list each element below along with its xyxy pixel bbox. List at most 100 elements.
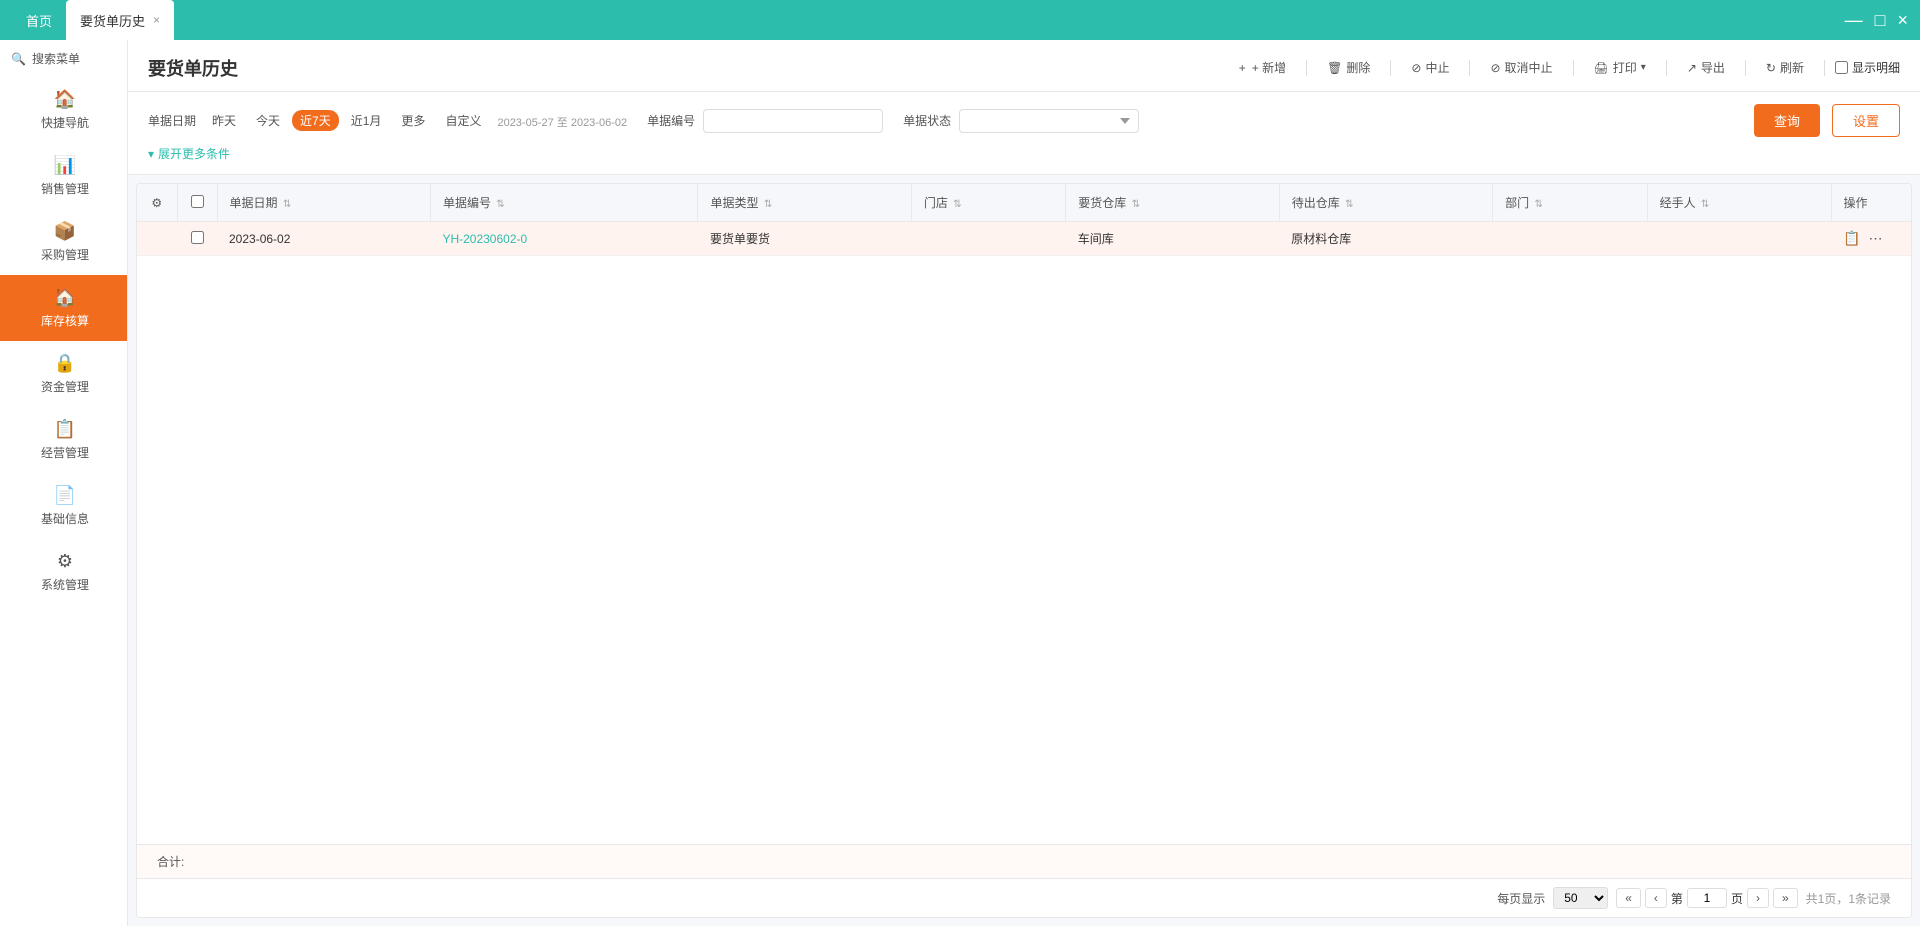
page-navigation: « ‹ 第 页 › » (1616, 888, 1797, 908)
top-bar: 首页 要货单历史 × — □ × (0, 0, 1920, 40)
header-actions: + + 新增 🗑 删除 ⊘ 中止 ⊘ 取消中止 (1229, 54, 1900, 81)
date-more[interactable]: 更多 (393, 110, 433, 131)
stop-button[interactable]: ⊘ 中止 (1401, 54, 1459, 81)
th-settings[interactable]: ⚙ (137, 184, 177, 222)
page-label-prefix: 第 (1671, 890, 1683, 907)
th-handler[interactable]: 经手人 ⇅ (1647, 184, 1831, 222)
minimize-icon[interactable]: — (1845, 10, 1863, 31)
select-all-checkbox[interactable] (191, 195, 204, 208)
tab-home[interactable]: 首页 (12, 0, 66, 40)
sort-icon-pending-warehouse: ⇅ (1345, 199, 1353, 210)
sort-icon-store: ⇅ (953, 199, 961, 210)
window-controls: — □ × (1845, 10, 1908, 31)
th-pending-warehouse[interactable]: 待出仓库 ⇅ (1279, 184, 1492, 222)
date-filter-label: 单据日期 (148, 112, 196, 129)
page-number-input[interactable] (1687, 888, 1727, 908)
sidebar-item-basic-info[interactable]: 📄 基础信息 (0, 473, 127, 539)
sidebar-item-sys-mgmt[interactable]: ⚙ 系统管理 (0, 539, 127, 605)
sidebar-item-finance-mgmt[interactable]: 🔒 资金管理 (0, 341, 127, 407)
ops-icon: 📋 (54, 419, 76, 440)
date-custom[interactable]: 自定义 (437, 110, 489, 131)
print-button[interactable]: 🖨 打印 ▾ (1584, 54, 1656, 81)
close-window-icon[interactable]: × (1897, 10, 1908, 31)
td-settings (137, 222, 177, 256)
display-detail-checkbox[interactable] (1835, 61, 1848, 74)
th-action: 操作 (1831, 184, 1911, 222)
first-page-button[interactable]: « (1616, 888, 1641, 908)
date-filter: 单据日期 昨天 今天 近7天 近1月 更多 自定义 2023-05-27 至 2… (148, 110, 627, 131)
prev-page-button[interactable]: ‹ (1645, 888, 1667, 908)
sidebar-item-ops-mgmt[interactable]: 📋 经营管理 (0, 407, 127, 473)
per-page-select[interactable]: 50 10 20 100 (1553, 887, 1608, 909)
page-header: 要货单历史 + + 新增 🗑 删除 ⊘ 中止 ⊘ (128, 40, 1920, 92)
status-filter: 单据状态 (903, 109, 1139, 133)
sort-icon-handler: ⇅ (1701, 199, 1709, 210)
last-page-button[interactable]: » (1773, 888, 1798, 908)
content-area: 要货单历史 + + 新增 🗑 删除 ⊘ 中止 ⊘ (128, 40, 1920, 926)
date-last7days[interactable]: 近7天 (292, 110, 339, 131)
date-last1month[interactable]: 近1月 (343, 110, 390, 131)
td-dept (1493, 222, 1647, 256)
date-yesterday[interactable]: 昨天 (204, 110, 244, 131)
td-doc-type: 要货单要货 (698, 222, 911, 256)
table-row: 2023-06-02 YH-20230602-0 要货单要货 车间库 原材料仓库 (137, 222, 1911, 256)
settings-button[interactable]: 设置 (1832, 104, 1900, 137)
display-detail-toggle[interactable]: 显示明细 (1835, 59, 1900, 76)
td-checkbox (177, 222, 217, 256)
divider (1390, 60, 1391, 76)
row-checkbox[interactable] (191, 231, 204, 244)
row-more-icon[interactable]: ⋯ (1868, 230, 1882, 247)
tab-close-icon[interactable]: × (153, 13, 160, 27)
doc-number-label: 单据编号 (647, 112, 695, 129)
row-edit-icon[interactable]: 📋 (1843, 230, 1860, 247)
th-doc-date[interactable]: 单据日期 ⇅ (217, 184, 430, 222)
basic-icon: 📄 (54, 485, 76, 506)
tab-requisition-history[interactable]: 要货单历史 × (66, 0, 174, 40)
delete-button[interactable]: 🗑 删除 (1317, 54, 1380, 81)
sidebar-search[interactable]: 🔍 搜索菜单 (0, 40, 127, 77)
sort-icon-req-warehouse: ⇅ (1132, 199, 1140, 210)
date-today[interactable]: 今天 (248, 110, 288, 131)
sidebar-item-label: 经营管理 (41, 444, 89, 461)
refresh-button[interactable]: ↻ 刷新 (1756, 54, 1814, 81)
divider (1745, 60, 1746, 76)
divider (1469, 60, 1470, 76)
refresh-icon: ↻ (1766, 61, 1776, 75)
divider (1573, 60, 1574, 76)
finance-icon: 🔒 (54, 353, 76, 374)
total-info: 共1页，1条记录 (1806, 890, 1891, 907)
sidebar-item-inventory[interactable]: 🏠 库存核算 (0, 275, 127, 341)
per-page-label: 每页显示 (1497, 890, 1545, 907)
sidebar-item-purchase-mgmt[interactable]: 📦 采购管理 (0, 209, 127, 275)
th-doc-number[interactable]: 单据编号 ⇅ (430, 184, 698, 222)
page-title: 要货单历史 (148, 55, 238, 81)
cancel-stop-button[interactable]: ⊘ 取消中止 (1480, 54, 1562, 81)
th-req-warehouse[interactable]: 要货仓库 ⇅ (1066, 184, 1279, 222)
th-store[interactable]: 门店 ⇅ (911, 184, 1065, 222)
maximize-icon[interactable]: □ (1875, 10, 1886, 31)
status-select[interactable] (959, 109, 1139, 133)
doc-number-link[interactable]: YH-20230602-0 (442, 232, 527, 246)
table-scroll[interactable]: ⚙ 单据日期 ⇅ 单据编号 ⇅ (137, 184, 1911, 844)
expand-label: 展开更多条件 (158, 145, 230, 162)
sidebar-search-label: 搜索菜单 (32, 50, 80, 67)
tab-label: 要货单历史 (80, 11, 145, 30)
status-filter-label: 单据状态 (903, 112, 951, 129)
td-doc-number: YH-20230602-0 (430, 222, 698, 256)
query-button[interactable]: 查询 (1754, 104, 1820, 137)
doc-number-input[interactable] (703, 109, 883, 133)
sidebar-item-label: 快捷导航 (41, 114, 89, 131)
th-doc-type[interactable]: 单据类型 ⇅ (698, 184, 911, 222)
next-page-button[interactable]: › (1747, 888, 1769, 908)
new-button[interactable]: + + 新增 (1229, 54, 1296, 81)
sidebar-item-quick-nav[interactable]: 🏠 快捷导航 (0, 77, 127, 143)
expand-more-button[interactable]: ▾ 展开更多条件 (148, 145, 1900, 162)
divider (1824, 60, 1825, 76)
td-req-warehouse: 车间库 (1066, 222, 1279, 256)
sidebar-item-sales-mgmt[interactable]: 📊 销售管理 (0, 143, 127, 209)
filter-area: 单据日期 昨天 今天 近7天 近1月 更多 自定义 2023-05-27 至 2… (128, 92, 1920, 175)
td-store (911, 222, 1065, 256)
th-dept[interactable]: 部门 ⇅ (1493, 184, 1647, 222)
export-button[interactable]: ↗ 导出 (1677, 54, 1735, 81)
new-icon: + (1239, 61, 1246, 75)
